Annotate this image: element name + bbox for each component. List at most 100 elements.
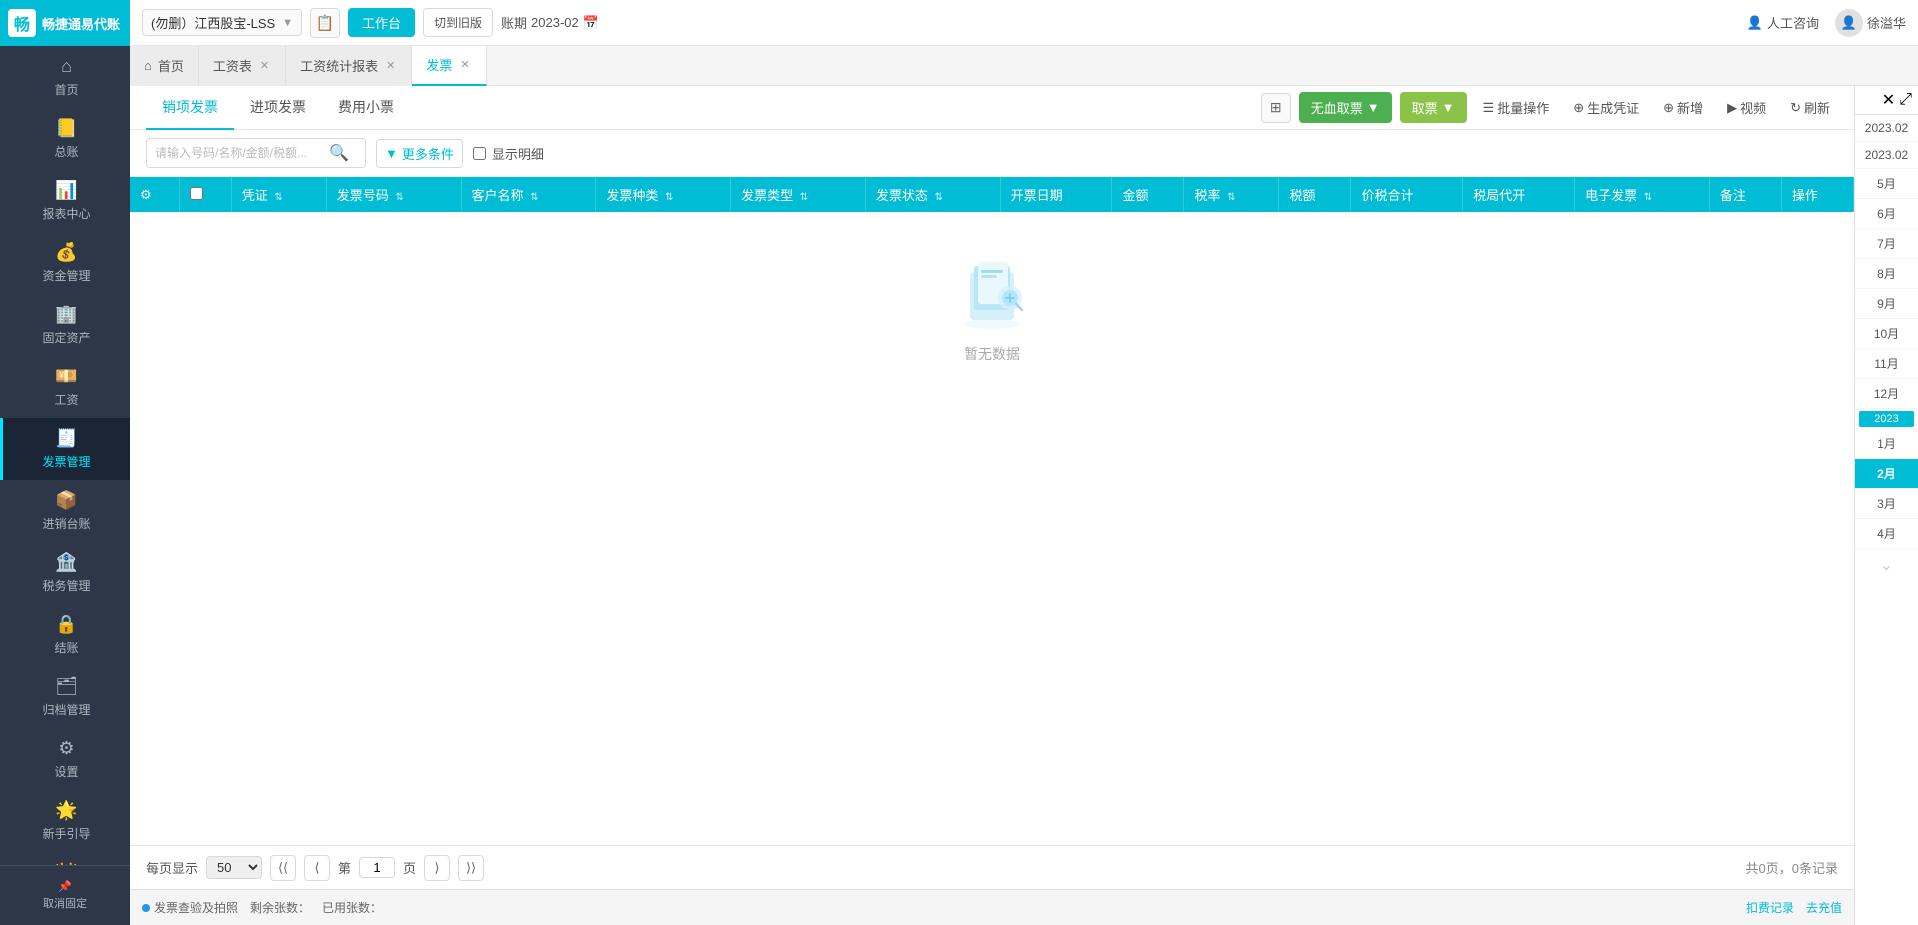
date-month-10[interactable]: 10月 bbox=[1855, 319, 1918, 349]
col-customer[interactable]: 客户名称 ⇅ bbox=[461, 177, 596, 212]
sidebar-item-invoice[interactable]: 🧾 发票管理 bbox=[0, 418, 130, 480]
page-size-select[interactable]: 50 10 20 100 bbox=[206, 856, 262, 879]
sub-tab-purchase[interactable]: 进项发票 bbox=[234, 86, 322, 130]
date-month-2023-3[interactable]: 3月 bbox=[1855, 489, 1918, 519]
next-page-btn[interactable]: ⟩ bbox=[424, 855, 450, 881]
col-date[interactable]: 开票日期 bbox=[1000, 177, 1112, 212]
show-detail-checkbox-row[interactable]: 显示明细 bbox=[473, 144, 544, 163]
sidebar-item-archive[interactable]: 🗂 归档管理 bbox=[0, 666, 130, 728]
sidebar-item-sales[interactable]: 📦 进销台账 bbox=[0, 480, 130, 542]
date-month-9[interactable]: 9月 bbox=[1855, 289, 1918, 319]
col-tax-total[interactable]: 价税合计 bbox=[1351, 177, 1463, 212]
sidebar-item-reports[interactable]: 📊 报表中心 bbox=[0, 170, 130, 232]
date-month-7[interactable]: 7月 bbox=[1855, 229, 1918, 259]
sidebar-footer: 📌 取消固定 bbox=[0, 865, 130, 925]
logo-icon: 畅 bbox=[8, 9, 36, 37]
date-month-2022-02[interactable]: 2023.02 bbox=[1855, 115, 1918, 142]
no-ticket-button[interactable]: 无血取票 ▼ bbox=[1299, 92, 1392, 123]
old-version-button[interactable]: 切到旧版 bbox=[423, 8, 493, 37]
sidebar-item-closing[interactable]: 🔒 结账 bbox=[0, 604, 130, 666]
date-month-6[interactable]: 6月 bbox=[1855, 199, 1918, 229]
take-ticket-button[interactable]: 取票 ▼ bbox=[1400, 92, 1467, 123]
date-month-11[interactable]: 11月 bbox=[1855, 349, 1918, 379]
invoice-icon: 🧾 bbox=[55, 428, 77, 449]
col-amount[interactable]: 金额 bbox=[1112, 177, 1184, 212]
col-voucher[interactable]: 凭证 ⇅ bbox=[231, 177, 326, 212]
date-month-2023-4[interactable]: 4月 bbox=[1855, 519, 1918, 549]
prev-page-btn[interactable]: ⟨ bbox=[304, 855, 330, 881]
last-page-btn[interactable]: ⟩⟩ bbox=[458, 855, 484, 881]
sidebar-item-settings[interactable]: ⚙ 设置 bbox=[0, 728, 130, 790]
first-page-btn[interactable]: ⟨⟨ bbox=[270, 855, 296, 881]
verify-dot-icon bbox=[142, 904, 150, 912]
batch-op-btn[interactable]: ☰ 批量操作 bbox=[1475, 94, 1558, 121]
show-detail-checkbox[interactable] bbox=[473, 147, 486, 160]
add-record-link[interactable]: 扣费记录 bbox=[1746, 899, 1794, 916]
sidebar-item-ledger[interactable]: 📒 总账 bbox=[0, 108, 130, 170]
date-month-2023-1[interactable]: 1月 bbox=[1855, 429, 1918, 459]
date-month-8[interactable]: 8月 bbox=[1855, 259, 1918, 289]
col-tax[interactable]: 税额 bbox=[1279, 177, 1351, 212]
tab-invoice[interactable]: 发票 ✕ bbox=[412, 46, 486, 86]
tab-salary-stat[interactable]: 工资统计报表 ✕ bbox=[286, 46, 412, 86]
sidebar-item-member[interactable]: 👑 畅会员 bbox=[0, 852, 130, 865]
date-panel: ✕ ⤢ 2023.02 2023.02 5月 6月 7月 8月 9月 10月 1… bbox=[1854, 86, 1918, 925]
col-tax-code[interactable]: 税局代开 bbox=[1463, 177, 1575, 212]
sub-tab-expense[interactable]: 费用小票 bbox=[322, 86, 410, 130]
col-tax-rate[interactable]: 税率 ⇅ bbox=[1184, 177, 1279, 212]
date-month-2023-2[interactable]: 2月 bbox=[1855, 459, 1918, 489]
tab-salary-stat-close-btn[interactable]: ✕ bbox=[384, 58, 397, 73]
sidebar-item-funds[interactable]: 💰 资金管理 bbox=[0, 232, 130, 294]
pagination-bar: 每页显示 50 10 20 100 ⟨⟨ ⟨ 第 页 ⟩ ⟩⟩ 共0页，0条记录 bbox=[130, 845, 1854, 889]
col-action[interactable]: 操作 bbox=[1781, 177, 1853, 212]
sub-tab-sales[interactable]: 销项发票 bbox=[146, 86, 234, 130]
date-panel-expand-btn[interactable]: ⤢ bbox=[1899, 91, 1912, 109]
tab-invoice-close-btn[interactable]: ✕ bbox=[458, 57, 471, 72]
chevron-down-icon: ⌄ bbox=[1880, 555, 1893, 575]
tab-home[interactable]: ⌂ 首页 bbox=[130, 46, 199, 86]
sidebar-item-tax[interactable]: 🏦 税务管理 bbox=[0, 542, 130, 604]
date-month-5[interactable]: 5月 bbox=[1855, 169, 1918, 199]
tab-salary[interactable]: 工资表 ✕ bbox=[199, 46, 286, 86]
verify-label: 发票查验及拍照 bbox=[154, 899, 238, 916]
remaining-info: 剩余张数： bbox=[250, 899, 310, 916]
table-head: ⚙ 凭证 ⇅ 发票号码 ⇅ 客户名称 ⇅ 发票种类 ⇅ 发票类型 ⇅ 发票状态 … bbox=[130, 177, 1854, 212]
date-panel-scroll-down[interactable]: ⌄ bbox=[1855, 549, 1918, 581]
gen-voucher-btn[interactable]: ⊕ 生成凭证 bbox=[1565, 94, 1647, 121]
tab-salary-close-btn[interactable]: ✕ bbox=[258, 58, 271, 73]
sidebar-item-salary[interactable]: 💴 工资 bbox=[0, 356, 130, 418]
doc-icon-btn[interactable]: 📋 bbox=[310, 8, 340, 38]
col-note[interactable]: 备注 bbox=[1709, 177, 1781, 212]
assets-icon: 🏢 bbox=[55, 304, 77, 325]
search-input[interactable] bbox=[155, 146, 325, 160]
col-invoice-no[interactable]: 发票号码 ⇅ bbox=[326, 177, 461, 212]
app-logo: 畅 畅捷通易代账 bbox=[0, 0, 130, 46]
workspace-button[interactable]: 工作台 bbox=[348, 8, 415, 37]
support-btn[interactable]: 👤 人工咨询 bbox=[1747, 13, 1819, 32]
refresh-btn[interactable]: ↻ 刷新 bbox=[1782, 94, 1838, 121]
date-month-2022-02b[interactable]: 2023.02 bbox=[1855, 142, 1918, 169]
filter-btn[interactable]: ▼ 更多条件 bbox=[376, 139, 463, 168]
sidebar-item-assets[interactable]: 🏢 固定资产 bbox=[0, 294, 130, 356]
remaining-label: 剩余张数： bbox=[250, 899, 310, 916]
col-invoice-category[interactable]: 发票类型 ⇅ bbox=[731, 177, 866, 212]
col-invoice-type[interactable]: 发票种类 ⇅ bbox=[596, 177, 731, 212]
sidebar-item-home[interactable]: ⌂ 首页 bbox=[0, 46, 130, 108]
col-status[interactable]: 发票状态 ⇅ bbox=[865, 177, 1000, 212]
col-e-invoice[interactable]: 电子发票 ⇅ bbox=[1575, 177, 1710, 212]
page-num-input[interactable] bbox=[359, 857, 395, 878]
select-all-checkbox[interactable] bbox=[190, 187, 203, 200]
sidebar-item-guide[interactable]: 🌟 新手引导 bbox=[0, 790, 130, 852]
sidebar-item-tax-label: 税务管理 bbox=[42, 577, 90, 594]
new-btn[interactable]: ⊕ 新增 bbox=[1655, 94, 1711, 121]
video-btn[interactable]: ▶ 视频 bbox=[1719, 94, 1774, 121]
date-panel-close-btn[interactable]: ✕ bbox=[1882, 90, 1895, 110]
recharge-link[interactable]: 去充值 bbox=[1806, 899, 1842, 916]
company-selector[interactable]: (勿删）江西股宝-LSS ▼ bbox=[142, 9, 302, 36]
date-month-12[interactable]: 12月 bbox=[1855, 379, 1918, 409]
col-checkbox[interactable] bbox=[179, 177, 231, 212]
sidebar-pin-btn[interactable]: 📌 取消固定 bbox=[39, 876, 91, 915]
grid-settings-btn[interactable]: ⊞ bbox=[1261, 93, 1291, 123]
user-profile[interactable]: 👤 徐溢华 bbox=[1835, 9, 1906, 37]
col-settings[interactable]: ⚙ bbox=[130, 177, 179, 212]
